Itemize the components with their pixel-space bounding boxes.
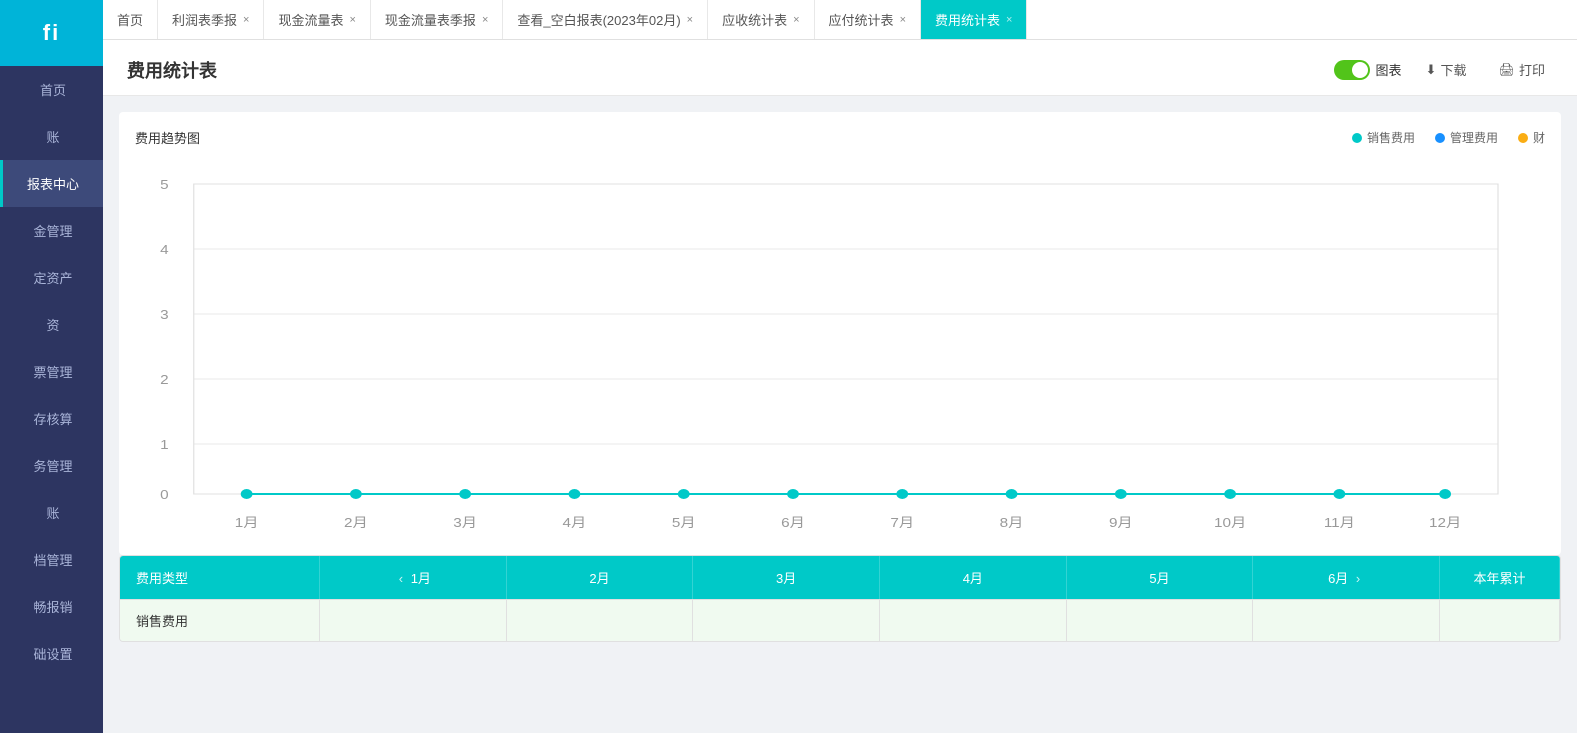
legend-label-sales: 销售费用	[1367, 129, 1415, 146]
sidebar-item-finance[interactable]: 金管理	[0, 207, 103, 254]
chart-area: 5 4 3 2 1 0 1月 2月	[135, 159, 1545, 539]
svg-text:1: 1	[160, 438, 169, 453]
expense-table: 费用类型 ‹ 1月 2月 3月 4月 5月	[119, 555, 1561, 642]
cell-3	[693, 600, 880, 641]
tab-payable[interactable]: 应付统计表 ×	[815, 0, 921, 40]
svg-text:3: 3	[160, 308, 169, 323]
legend-label-finance: 财	[1533, 129, 1545, 146]
tab-bar: 首页 利润表季报 × 现金流量表 × 现金流量表季报 × 查看_空白报表(202…	[103, 0, 1577, 40]
chart-svg: 5 4 3 2 1 0 1月 2月	[135, 159, 1545, 539]
svg-text:12月: 12月	[1429, 516, 1461, 531]
cell-2	[507, 600, 694, 641]
chart-section: 费用趋势图 销售费用 管理费用 财	[119, 112, 1561, 555]
sidebar-item-account[interactable]: 账	[0, 113, 103, 160]
toggle-label: 图表	[1376, 60, 1402, 79]
legend-dot-finance	[1518, 133, 1528, 143]
legend-dot-admin	[1435, 133, 1445, 143]
tab-receivable[interactable]: 应收统计表 ×	[708, 0, 814, 40]
sidebar-item-investment[interactable]: 资	[0, 301, 103, 348]
table-header: 费用类型 ‹ 1月 2月 3月 4月 5月	[120, 556, 1560, 599]
tab-cashflow[interactable]: 现金流量表 ×	[264, 0, 370, 40]
tab-expense[interactable]: 费用统计表 ×	[921, 0, 1027, 40]
col-header-type: 费用类型	[120, 556, 320, 599]
print-icon: 🖨	[1498, 62, 1515, 78]
sidebar-item-reimbursement[interactable]: 畅报销	[0, 583, 103, 630]
col-header-3: 3月	[693, 556, 880, 599]
svg-text:2: 2	[160, 373, 169, 388]
legend-sales: 销售费用	[1352, 129, 1415, 146]
close-icon[interactable]: ×	[243, 14, 249, 26]
download-icon: ⬇	[1426, 62, 1437, 78]
close-icon[interactable]: ×	[793, 14, 799, 26]
sidebar-item-invoices[interactable]: 票管理	[0, 348, 103, 395]
close-icon[interactable]: ×	[900, 14, 906, 26]
close-icon[interactable]: ×	[1006, 14, 1012, 26]
page-header: 费用统计表 图表 ⬇ 下载 🖨 打印	[103, 40, 1577, 96]
sidebar-item-ledger[interactable]: 账	[0, 489, 103, 536]
tab-profit-quarterly[interactable]: 利润表季报 ×	[158, 0, 264, 40]
legend-dot-sales	[1352, 133, 1362, 143]
svg-text:6月: 6月	[781, 516, 805, 531]
tab-blank-report[interactable]: 查看_空白报表(2023年02月) ×	[503, 0, 708, 40]
svg-text:7月: 7月	[890, 516, 914, 531]
legend-finance: 财	[1518, 129, 1545, 146]
chart-title: 费用趋势图	[135, 128, 200, 147]
col-header-total: 本年累计	[1440, 556, 1560, 599]
next-arrow[interactable]: ›	[1352, 571, 1364, 586]
chart-header: 费用趋势图 销售费用 管理费用 财	[135, 128, 1545, 147]
sidebar: fi 首页 账 报表中心 金管理 定资产 资 票管理 存核算 务管理 账 档管理…	[0, 0, 103, 733]
sidebar-item-archive[interactable]: 档管理	[0, 536, 103, 583]
col-header-2: 2月	[507, 556, 694, 599]
tab-cashflow-quarterly[interactable]: 现金流量表季报 ×	[371, 0, 503, 40]
col-header-1: ‹ 1月	[320, 556, 507, 599]
legend-admin: 管理费用	[1435, 129, 1498, 146]
chart-toggle[interactable]	[1334, 60, 1370, 80]
svg-text:4月: 4月	[563, 516, 587, 531]
svg-text:9月: 9月	[1109, 516, 1133, 531]
col-header-6: 6月 ›	[1253, 556, 1440, 599]
sidebar-item-assets[interactable]: 定资产	[0, 254, 103, 301]
print-button[interactable]: 🖨 打印	[1490, 56, 1553, 83]
close-icon[interactable]: ×	[482, 14, 488, 26]
sidebar-item-inventory[interactable]: 存核算	[0, 395, 103, 442]
cell-5	[1067, 600, 1254, 641]
svg-text:8月: 8月	[1000, 516, 1024, 531]
close-icon[interactable]: ×	[349, 14, 355, 26]
sidebar-item-home[interactable]: 首页	[0, 66, 103, 113]
cell-6	[1253, 600, 1440, 641]
svg-text:0: 0	[160, 488, 169, 503]
tab-home[interactable]: 首页	[103, 0, 158, 40]
cell-4	[880, 600, 1067, 641]
page-content: 费用统计表 图表 ⬇ 下载 🖨 打印 费用趋势图	[103, 40, 1577, 733]
sidebar-logo: fi	[0, 0, 103, 66]
legend-label-admin: 管理费用	[1450, 129, 1498, 146]
col-header-5: 5月	[1067, 556, 1254, 599]
svg-text:5月: 5月	[672, 516, 696, 531]
toggle-container: 图表	[1334, 60, 1402, 80]
header-actions: 图表 ⬇ 下载 🖨 打印	[1334, 56, 1553, 83]
sidebar-item-settings[interactable]: 础设置	[0, 630, 103, 677]
svg-text:5: 5	[160, 178, 169, 193]
svg-text:2月: 2月	[344, 516, 368, 531]
table-row: 销售费用	[120, 599, 1560, 641]
cell-1	[320, 600, 507, 641]
cell-type: 销售费用	[120, 600, 320, 641]
svg-text:10月: 10月	[1214, 516, 1246, 531]
svg-text:11月: 11月	[1324, 516, 1355, 531]
prev-arrow[interactable]: ‹	[395, 571, 407, 586]
page-title: 费用统计表	[127, 57, 217, 83]
svg-text:3月: 3月	[453, 516, 477, 531]
svg-text:1月: 1月	[235, 516, 259, 531]
close-icon[interactable]: ×	[687, 14, 693, 26]
svg-text:4: 4	[160, 243, 169, 258]
cell-total	[1440, 600, 1560, 641]
col-header-4: 4月	[880, 556, 1067, 599]
sidebar-item-reports[interactable]: 报表中心	[0, 160, 103, 207]
main-area: 首页 利润表季报 × 现金流量表 × 现金流量表季报 × 查看_空白报表(202…	[103, 0, 1577, 733]
download-button[interactable]: ⬇ 下载	[1418, 56, 1475, 83]
chart-legend: 销售费用 管理费用 财	[1352, 129, 1545, 146]
sidebar-item-service[interactable]: 务管理	[0, 442, 103, 489]
